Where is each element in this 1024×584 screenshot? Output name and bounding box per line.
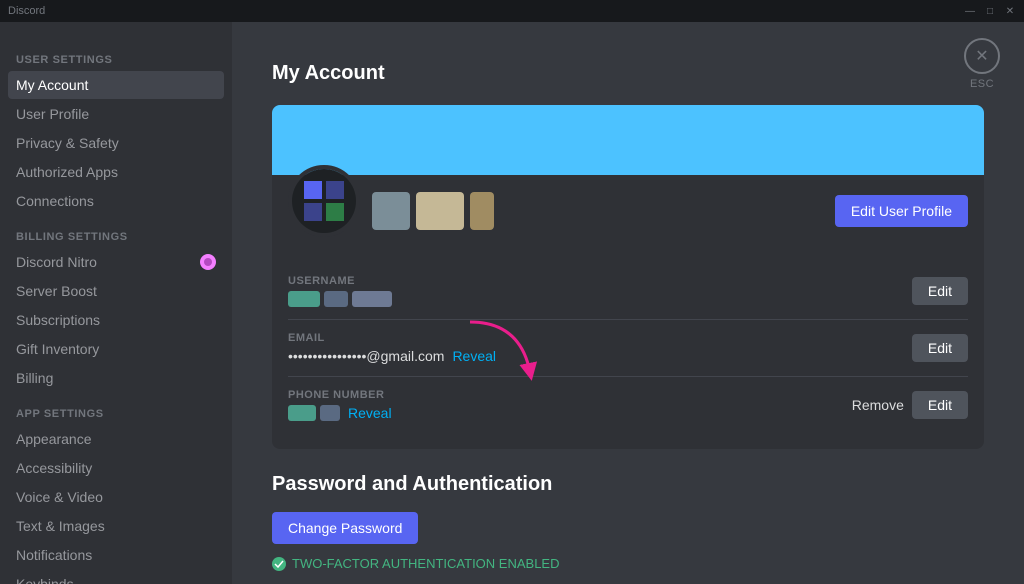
sidebar-item-label: User Profile xyxy=(16,106,89,122)
billing-settings-label: BILLING SETTINGS xyxy=(8,223,224,247)
profile-card: Edit User Profile USERNAME xyxy=(272,105,984,449)
close-button[interactable]: ✕ xyxy=(1004,5,1016,17)
email-field-row: EMAIL ••••••••••••••••@gmail.com Reveal … xyxy=(288,320,968,377)
sidebar: USER SETTINGS My Account User Profile Pr… xyxy=(0,22,232,584)
phone-remove-link[interactable]: Remove xyxy=(852,397,904,413)
password-section-title: Password and Authentication xyxy=(272,473,984,496)
username-blur-1 xyxy=(288,291,320,307)
sidebar-item-gift-inventory[interactable]: Gift Inventory xyxy=(8,335,224,363)
phone-edit-button[interactable]: Edit xyxy=(912,391,968,419)
email-edit-button[interactable]: Edit xyxy=(912,334,968,362)
sidebar-item-notifications[interactable]: Notifications xyxy=(8,541,224,569)
email-field-content: EMAIL ••••••••••••••••@gmail.com Reveal xyxy=(288,332,912,364)
app-title: Discord xyxy=(8,5,45,17)
titlebar: Discord — □ ✕ xyxy=(0,0,1024,22)
username-actions: Edit xyxy=(912,277,968,305)
app-settings-label: APP SETTINGS xyxy=(8,400,224,424)
sidebar-item-subscriptions[interactable]: Subscriptions xyxy=(8,306,224,334)
phone-value: Reveal xyxy=(288,405,852,421)
sidebar-item-my-account[interactable]: My Account xyxy=(8,71,224,99)
email-reveal-link[interactable]: Reveal xyxy=(452,348,496,364)
two-factor-note: TWO-FACTOR AUTHENTICATION ENABLED xyxy=(272,556,984,571)
sidebar-item-label: Accessibility xyxy=(16,460,92,476)
esc-circle-icon: ✕ xyxy=(964,38,1000,74)
change-password-button[interactable]: Change Password xyxy=(272,512,418,544)
phone-field-content: PHONE NUMBER Reveal xyxy=(288,389,852,421)
username-label: USERNAME xyxy=(288,275,912,287)
password-section: Password and Authentication Change Passw… xyxy=(272,473,984,571)
sidebar-item-label: Text & Images xyxy=(16,518,105,534)
username-field-row: USERNAME Edit xyxy=(288,263,968,320)
phone-blur xyxy=(288,405,340,421)
maximize-button[interactable]: □ xyxy=(984,5,996,17)
swatch-2[interactable] xyxy=(416,192,464,230)
phone-reveal-link[interactable]: Reveal xyxy=(348,405,392,421)
swatch-3[interactable] xyxy=(470,192,494,230)
sidebar-item-label: Authorized Apps xyxy=(16,164,118,180)
nitro-badge xyxy=(200,254,216,270)
avatar-inner xyxy=(292,169,356,233)
sidebar-item-label: Keybinds xyxy=(16,576,74,584)
sidebar-item-label: Notifications xyxy=(16,547,92,563)
phone-blur-2 xyxy=(320,405,340,421)
esc-label: ESC xyxy=(970,78,994,90)
account-fields: USERNAME Edit xyxy=(272,263,984,449)
sidebar-item-label: Subscriptions xyxy=(16,312,100,328)
color-swatches xyxy=(372,192,835,230)
username-blur-2 xyxy=(324,291,348,307)
checkmark-icon xyxy=(272,557,286,571)
sidebar-item-billing[interactable]: Billing xyxy=(8,364,224,392)
sidebar-item-label: Connections xyxy=(16,193,94,209)
sidebar-item-text-images[interactable]: Text & Images xyxy=(8,512,224,540)
swatch-1[interactable] xyxy=(372,192,410,230)
sidebar-item-label: My Account xyxy=(16,77,88,93)
avatar xyxy=(288,165,360,237)
sidebar-item-voice-video[interactable]: Voice & Video xyxy=(8,483,224,511)
app-container: USER SETTINGS My Account User Profile Pr… xyxy=(0,22,1024,584)
phone-blur-1 xyxy=(288,405,316,421)
sidebar-item-keybinds[interactable]: Keybinds xyxy=(8,570,224,584)
username-field-content: USERNAME xyxy=(288,275,912,307)
username-edit-button[interactable]: Edit xyxy=(912,277,968,305)
sidebar-item-label: Voice & Video xyxy=(16,489,103,505)
phone-actions: Remove Edit xyxy=(852,391,968,419)
user-settings-label: USER SETTINGS xyxy=(8,46,224,70)
sidebar-item-authorized-apps[interactable]: Authorized Apps xyxy=(8,158,224,186)
edit-profile-button[interactable]: Edit User Profile xyxy=(835,195,968,227)
two-factor-text: TWO-FACTOR AUTHENTICATION ENABLED xyxy=(292,556,559,571)
email-masked-text: ••••••••••••••••@gmail.com xyxy=(288,348,444,364)
email-value: ••••••••••••••••@gmail.com Reveal xyxy=(288,348,912,364)
username-blur xyxy=(288,291,392,307)
sidebar-item-label: Appearance xyxy=(16,431,92,447)
sidebar-item-label: Server Boost xyxy=(16,283,97,299)
sidebar-item-connections[interactable]: Connections xyxy=(8,187,224,215)
sidebar-item-label: Gift Inventory xyxy=(16,341,99,357)
sidebar-item-label: Discord Nitro xyxy=(16,254,97,270)
badge-inner xyxy=(204,258,212,266)
window-controls: — □ ✕ xyxy=(964,5,1016,17)
email-actions: Edit xyxy=(912,334,968,362)
sidebar-item-accessibility[interactable]: Accessibility xyxy=(8,454,224,482)
sidebar-item-label: Billing xyxy=(16,370,53,386)
page-title: My Account xyxy=(272,62,984,85)
username-value xyxy=(288,291,912,307)
esc-button[interactable]: ✕ ESC xyxy=(964,38,1000,90)
profile-info-row: Edit User Profile xyxy=(272,175,984,263)
email-label: EMAIL xyxy=(288,332,912,344)
phone-label: PHONE NUMBER xyxy=(288,389,852,401)
main-content: ✕ ESC My Account xyxy=(232,22,1024,584)
username-blur-3 xyxy=(352,291,392,307)
sidebar-item-discord-nitro[interactable]: Discord Nitro xyxy=(8,248,224,276)
sidebar-item-privacy-safety[interactable]: Privacy & Safety xyxy=(8,129,224,157)
sidebar-item-server-boost[interactable]: Server Boost xyxy=(8,277,224,305)
discord-logo-icon xyxy=(300,177,348,225)
sidebar-item-label: Privacy & Safety xyxy=(16,135,119,151)
phone-field-row: PHONE NUMBER Reveal Remove Edit xyxy=(288,377,968,433)
sidebar-item-user-profile[interactable]: User Profile xyxy=(8,100,224,128)
minimize-button[interactable]: — xyxy=(964,5,976,17)
sidebar-item-appearance[interactable]: Appearance xyxy=(8,425,224,453)
